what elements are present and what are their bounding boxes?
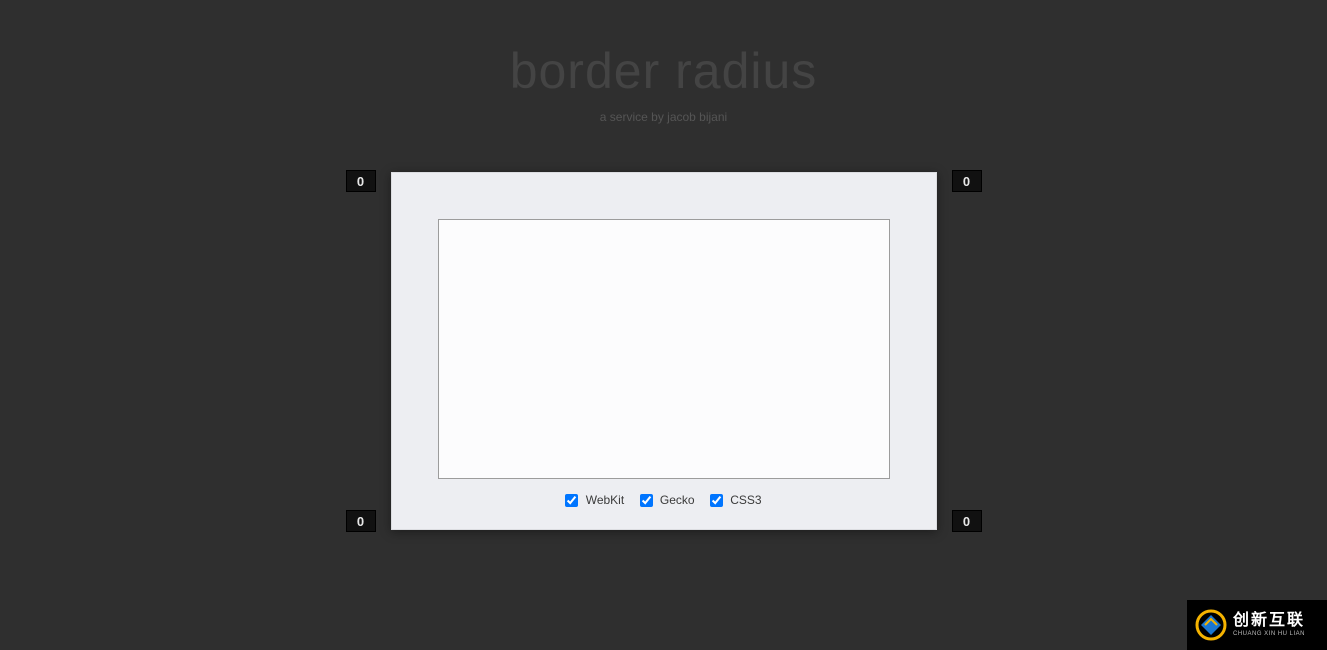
panel-wrap: WebKit Gecko CSS3 (391, 172, 937, 530)
prefix-options: WebKit Gecko CSS3 (438, 493, 890, 507)
bottom-right-radius-input[interactable] (952, 510, 982, 532)
label-webkit: WebKit (586, 493, 624, 507)
page-subtitle: a service by jacob bijani (0, 110, 1327, 124)
checkbox-webkit[interactable] (565, 494, 578, 507)
brand-name-en: CHUANG XIN HU LIAN (1233, 631, 1305, 637)
brand-text: 创新互联 CHUANG XIN HU LIAN (1233, 613, 1305, 637)
preview-box (438, 219, 890, 479)
option-gecko[interactable]: Gecko (640, 493, 698, 507)
header: border radius a service by jacob bijani (0, 0, 1327, 124)
checkbox-css3[interactable] (710, 494, 723, 507)
top-left-radius-input[interactable] (346, 170, 376, 192)
option-webkit[interactable]: WebKit (565, 493, 627, 507)
label-gecko: Gecko (660, 493, 695, 507)
page-title: border radius (0, 42, 1327, 100)
brand-logo-icon (1195, 609, 1227, 641)
label-css3: CSS3 (730, 493, 761, 507)
top-right-radius-input[interactable] (952, 170, 982, 192)
bottom-left-radius-input[interactable] (346, 510, 376, 532)
brand-name-cn: 创新互联 (1233, 613, 1305, 629)
option-css3[interactable]: CSS3 (710, 493, 762, 507)
brand-badge: 创新互联 CHUANG XIN HU LIAN (1187, 600, 1327, 650)
preview-panel: WebKit Gecko CSS3 (391, 172, 937, 530)
editor-stage: WebKit Gecko CSS3 (344, 172, 984, 530)
checkbox-gecko[interactable] (640, 494, 653, 507)
